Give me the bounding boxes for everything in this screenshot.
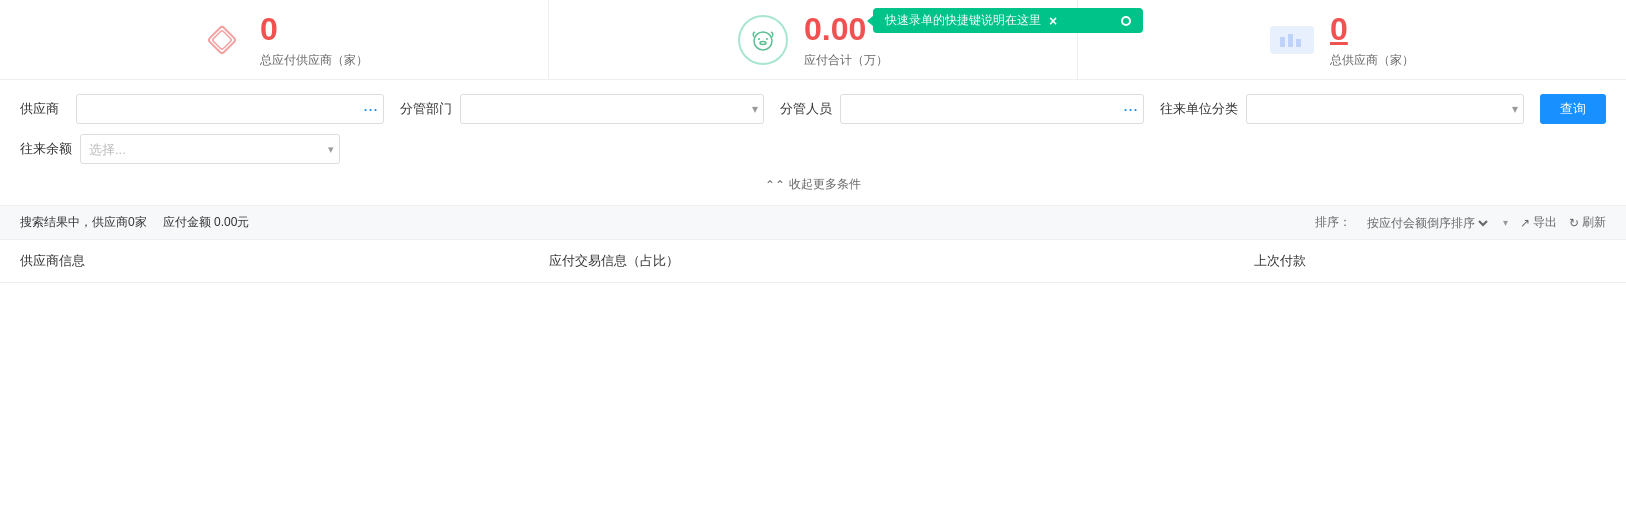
total-suppliers-icon-area — [1270, 26, 1314, 54]
unit-category-chevron-icon[interactable]: ▾ — [1512, 102, 1518, 116]
export-icon: ↗ — [1520, 216, 1530, 230]
filter-area: 供应商 ··· 分管部门 ▾ 分管人员 ··· 往来单位分类 — [0, 80, 1626, 206]
person-label: 分管人员 — [780, 100, 832, 118]
refresh-button[interactable]: ↻ 刷新 — [1569, 214, 1606, 231]
results-summary-text: 搜索结果中，供应商0家 — [20, 214, 147, 231]
supplier-dots-icon[interactable]: ··· — [363, 99, 378, 120]
sort-select[interactable]: 按应付会额倒序排序 — [1363, 215, 1491, 231]
balance-select[interactable]: 选择... — [80, 134, 340, 164]
summary-section-total-suppliers: 0 总供应商（家） — [1078, 0, 1606, 79]
collapse-button[interactable]: ⌃⌃ 收起更多条件 — [753, 174, 873, 195]
total-suppliers-info: 0 总供应商（家） — [1330, 10, 1414, 69]
department-input-wrapper: ▾ — [460, 94, 764, 124]
tooltip-close-btn[interactable]: × — [1049, 13, 1057, 29]
balance-label: 往来余额 — [20, 140, 72, 158]
supplier-input[interactable] — [76, 94, 384, 124]
collapse-label: 收起更多条件 — [789, 176, 861, 193]
svg-point-6 — [761, 43, 762, 44]
collapse-row: ⌃⌃ 收起更多条件 — [20, 174, 1606, 195]
svg-point-7 — [765, 43, 766, 44]
svg-rect-9 — [1288, 34, 1293, 47]
results-actions: 排序： 按应付会额倒序排序 ▾ ↗ 导出 ↻ 刷新 — [1315, 214, 1606, 231]
col-header-lastpay: 上次付款 — [1254, 252, 1606, 270]
sort-label: 排序： — [1315, 214, 1351, 231]
department-chevron-icon[interactable]: ▾ — [752, 102, 758, 116]
filter-supplier: 供应商 ··· — [20, 94, 384, 124]
svg-point-4 — [766, 38, 768, 40]
unit-category-input-wrapper: ▾ — [1246, 94, 1524, 124]
person-input-wrapper: ··· — [840, 94, 1144, 124]
payable-suppliers-info: 0 总应付供应商（家） — [260, 10, 368, 69]
table-area: 供应商信息 应付交易信息（占比） 上次付款 — [0, 240, 1626, 483]
export-button[interactable]: ↗ 导出 — [1520, 214, 1557, 231]
diamond-icon — [200, 18, 244, 62]
filter-person: 分管人员 ··· — [780, 94, 1144, 124]
payable-suppliers-label: 总应付供应商（家） — [260, 52, 368, 69]
balance-select-wrapper: 选择... ▾ — [80, 134, 340, 164]
tooltip-dot — [1121, 16, 1131, 26]
unit-category-label: 往来单位分类 — [1160, 100, 1238, 118]
filter-balance: 往来余额 选择... ▾ — [20, 134, 340, 164]
payable-suppliers-number: 0 — [260, 10, 368, 48]
svg-point-3 — [758, 38, 760, 40]
supplier-label: 供应商 — [20, 100, 68, 118]
refresh-label: 刷新 — [1582, 214, 1606, 231]
query-button[interactable]: 查询 — [1540, 94, 1606, 124]
tooltip-bubble: 快速录单的快捷键说明在这里 × — [873, 8, 1143, 33]
chart-icon — [1270, 26, 1314, 54]
filter-unit-category: 往来单位分类 ▾ — [1160, 94, 1524, 124]
col-header-transaction: 应付交易信息（占比） — [549, 252, 1254, 270]
filter-row-1: 供应商 ··· 分管部门 ▾ 分管人员 ··· 往来单位分类 — [20, 94, 1606, 124]
export-label: 导出 — [1533, 214, 1557, 231]
pig-icon — [738, 15, 788, 65]
person-dots-icon[interactable]: ··· — [1123, 99, 1138, 120]
summary-section-payable-suppliers: 0 总应付供应商（家） — [20, 0, 549, 79]
svg-rect-10 — [1296, 39, 1301, 47]
filter-row-2: 往来余额 选择... ▾ — [20, 134, 340, 164]
tooltip-text: 快速录单的快捷键说明在这里 — [885, 12, 1041, 29]
total-suppliers-label: 总供应商（家） — [1330, 52, 1414, 69]
collapse-up-icon: ⌃⌃ — [765, 178, 785, 192]
department-input[interactable] — [460, 94, 764, 124]
filter-department: 分管部门 ▾ — [400, 94, 764, 124]
unit-category-input[interactable] — [1246, 94, 1524, 124]
col-header-supplier: 供应商信息 — [20, 252, 549, 270]
results-info: 搜索结果中，供应商0家 应付金额 0.00元 — [20, 214, 249, 231]
results-bar: 搜索结果中，供应商0家 应付金额 0.00元 排序： 按应付会额倒序排序 ▾ ↗… — [0, 206, 1626, 240]
summary-bar: 0 总应付供应商（家） 0.00 应付合计（万） 快速录单的快捷键说明在这里 — [0, 0, 1626, 80]
results-amount-text: 应付金额 0.00元 — [163, 214, 250, 231]
table-body — [0, 283, 1626, 483]
person-input[interactable] — [840, 94, 1144, 124]
refresh-icon: ↻ — [1569, 216, 1579, 230]
sort-chevron-icon: ▾ — [1503, 217, 1508, 228]
tooltip-line — [1065, 20, 1105, 21]
department-label: 分管部门 — [400, 100, 452, 118]
payable-total-label: 应付合计（万） — [804, 52, 888, 69]
svg-rect-8 — [1280, 37, 1285, 47]
summary-section-payable-total: 0.00 应付合计（万） 快速录单的快捷键说明在这里 × — [549, 0, 1078, 79]
total-suppliers-number: 0 — [1330, 10, 1414, 48]
table-header: 供应商信息 应付交易信息（占比） 上次付款 — [0, 240, 1626, 283]
supplier-input-wrapper: ··· — [76, 94, 384, 124]
